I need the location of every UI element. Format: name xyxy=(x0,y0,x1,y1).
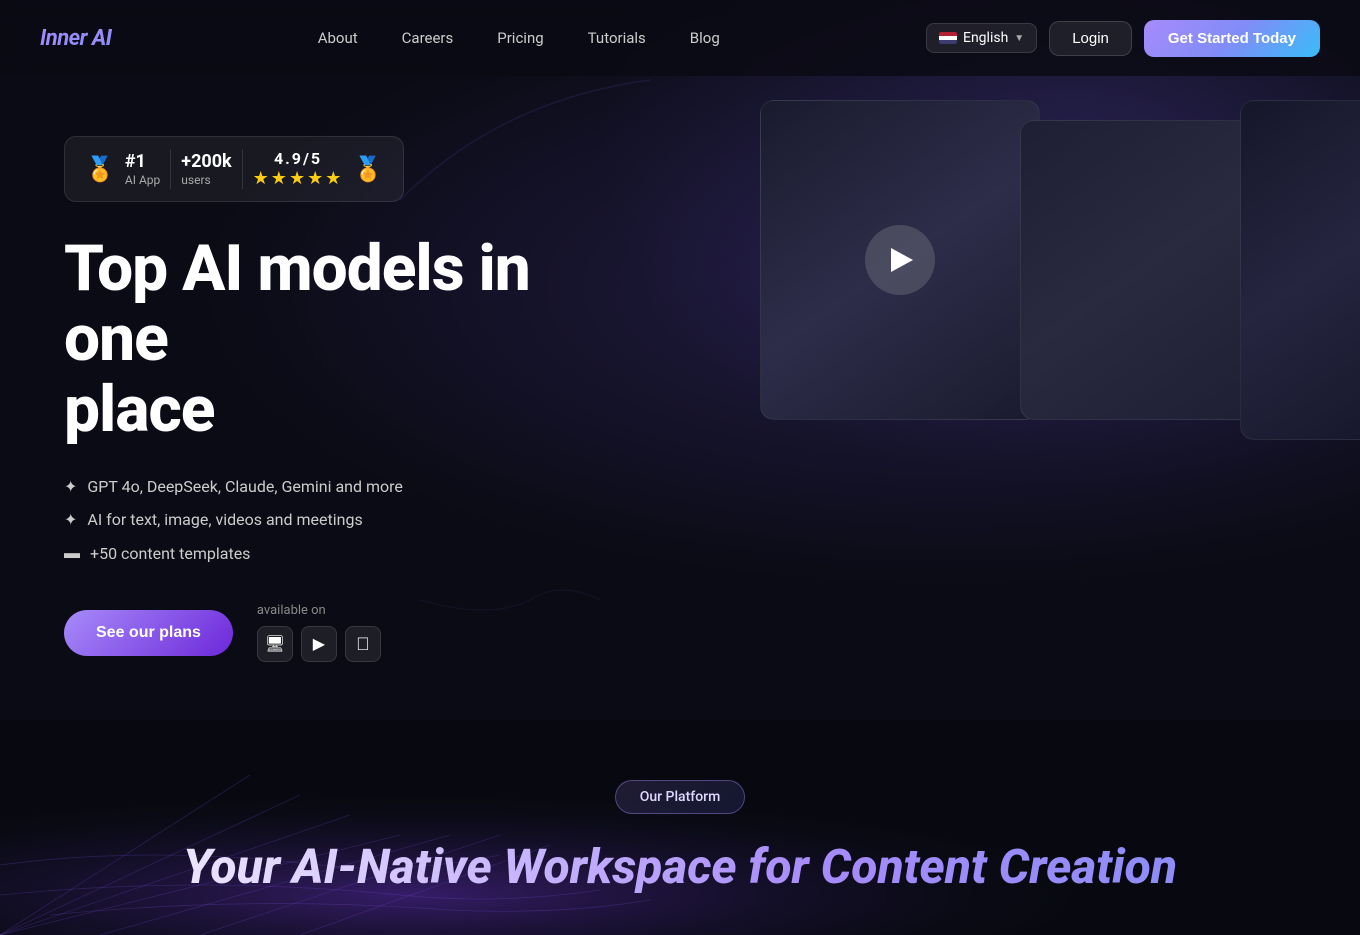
video-panel-main[interactable] xyxy=(760,100,1040,420)
play-button[interactable] xyxy=(865,225,935,295)
apple-icon:  xyxy=(356,634,370,655)
get-started-button[interactable]: Get Started Today xyxy=(1144,20,1320,57)
lang-label: English xyxy=(963,30,1008,46)
award-divider-2 xyxy=(242,149,243,189)
award-2-text: +200k users xyxy=(181,151,231,187)
hero-video-area xyxy=(760,100,1360,520)
feature-item-1: ✦ GPT 4o, DeepSeek, Claude, Gemini and m… xyxy=(64,477,636,496)
video-panel-tertiary xyxy=(1240,100,1360,440)
feature-item-2: ✦ AI for text, image, videos and meeting… xyxy=(64,510,636,529)
award-3-stars: 4.9/5 ★★★★★ xyxy=(253,149,344,189)
hero-section: 🏅 #1 AI App +200k users 4.9/5 ★★★★★ 🏅 xyxy=(0,0,1360,720)
nav-about[interactable]: About xyxy=(300,21,376,55)
language-selector[interactable]: English ▼ xyxy=(926,23,1037,53)
nav-tutorials[interactable]: Tutorials xyxy=(570,21,664,55)
available-on: available on 🖥 ▶  xyxy=(257,603,381,662)
awards-row: 🏅 #1 AI App +200k users 4.9/5 ★★★★★ 🏅 xyxy=(64,136,636,202)
award-1-subtitle: AI App xyxy=(125,173,160,187)
our-platform-badge[interactable]: Our Platform xyxy=(615,780,746,814)
available-label: available on xyxy=(257,603,381,618)
web-platform-button[interactable]: 🖥 xyxy=(257,626,293,662)
award-3-rating: 4.9/5 xyxy=(274,149,322,168)
nav-pricing[interactable]: Pricing xyxy=(479,21,561,55)
hero-features: ✦ GPT 4o, DeepSeek, Claude, Gemini and m… xyxy=(64,477,636,563)
login-button[interactable]: Login xyxy=(1049,21,1132,56)
logo-text: Inner AI xyxy=(40,26,112,51)
award-1-text: #1 AI App xyxy=(125,151,160,187)
bottom-section: Our Platform Your AI-Native Workspace fo… xyxy=(0,720,1360,935)
award-divider-1 xyxy=(170,149,171,189)
hero-content: 🏅 #1 AI App +200k users 4.9/5 ★★★★★ 🏅 xyxy=(0,76,700,662)
bottom-content: Our Platform Your AI-Native Workspace fo… xyxy=(0,780,1360,895)
award-badge: 🏅 #1 AI App +200k users 4.9/5 ★★★★★ 🏅 xyxy=(64,136,404,202)
nav-right: English ▼ Login Get Started Today xyxy=(926,20,1320,57)
award-2-subtitle: users xyxy=(181,173,231,187)
monitor-icon: 🖥 xyxy=(265,634,285,654)
feature-item-3: ▬ +50 content templates xyxy=(64,543,636,563)
logo[interactable]: Inner AI xyxy=(40,26,112,51)
nav-links: About Careers Pricing Tutorials Blog xyxy=(300,21,738,55)
award-2-number: +200k xyxy=(181,151,231,173)
award-1-number: #1 xyxy=(125,151,160,173)
star-icons: ★★★★★ xyxy=(253,168,344,189)
feature-text-1: GPT 4o, DeepSeek, Claude, Gemini and mor… xyxy=(87,477,402,496)
feature-text-3: +50 content templates xyxy=(90,544,250,563)
feature-text-2: AI for text, image, videos and meetings xyxy=(87,510,362,529)
bottom-heading: Your AI-Native Workspace for Content Cre… xyxy=(0,838,1360,895)
hero-title: Top AI models in one place xyxy=(64,234,636,445)
see-plans-button[interactable]: See our plans xyxy=(64,610,233,656)
sparkle-icon-1: ✦ xyxy=(64,477,77,496)
hero-cta-row: See our plans available on 🖥 ▶  xyxy=(64,603,636,662)
sparkle-icon-2: ✦ xyxy=(64,510,77,529)
platform-icons: 🖥 ▶  xyxy=(257,626,381,662)
laurel-right-icon: 🏅 xyxy=(353,155,383,183)
hero-title-line1: Top AI models in one xyxy=(64,231,530,376)
template-icon: ▬ xyxy=(64,543,80,563)
android-platform-button[interactable]: ▶ xyxy=(301,626,337,662)
ios-platform-button[interactable]:  xyxy=(345,626,381,662)
navbar: Inner AI About Careers Pricing Tutorials… xyxy=(0,0,1360,76)
play-triangle-icon xyxy=(891,248,913,272)
nav-blog[interactable]: Blog xyxy=(672,21,738,55)
hero-title-line2: place xyxy=(64,372,214,447)
laurel-left-icon: 🏅 xyxy=(85,155,115,183)
video-panel-secondary xyxy=(1020,120,1260,420)
play-store-icon: ▶ xyxy=(313,634,325,654)
flag-icon xyxy=(939,32,957,44)
nav-careers[interactable]: Careers xyxy=(384,21,472,55)
chevron-down-icon: ▼ xyxy=(1014,33,1024,44)
